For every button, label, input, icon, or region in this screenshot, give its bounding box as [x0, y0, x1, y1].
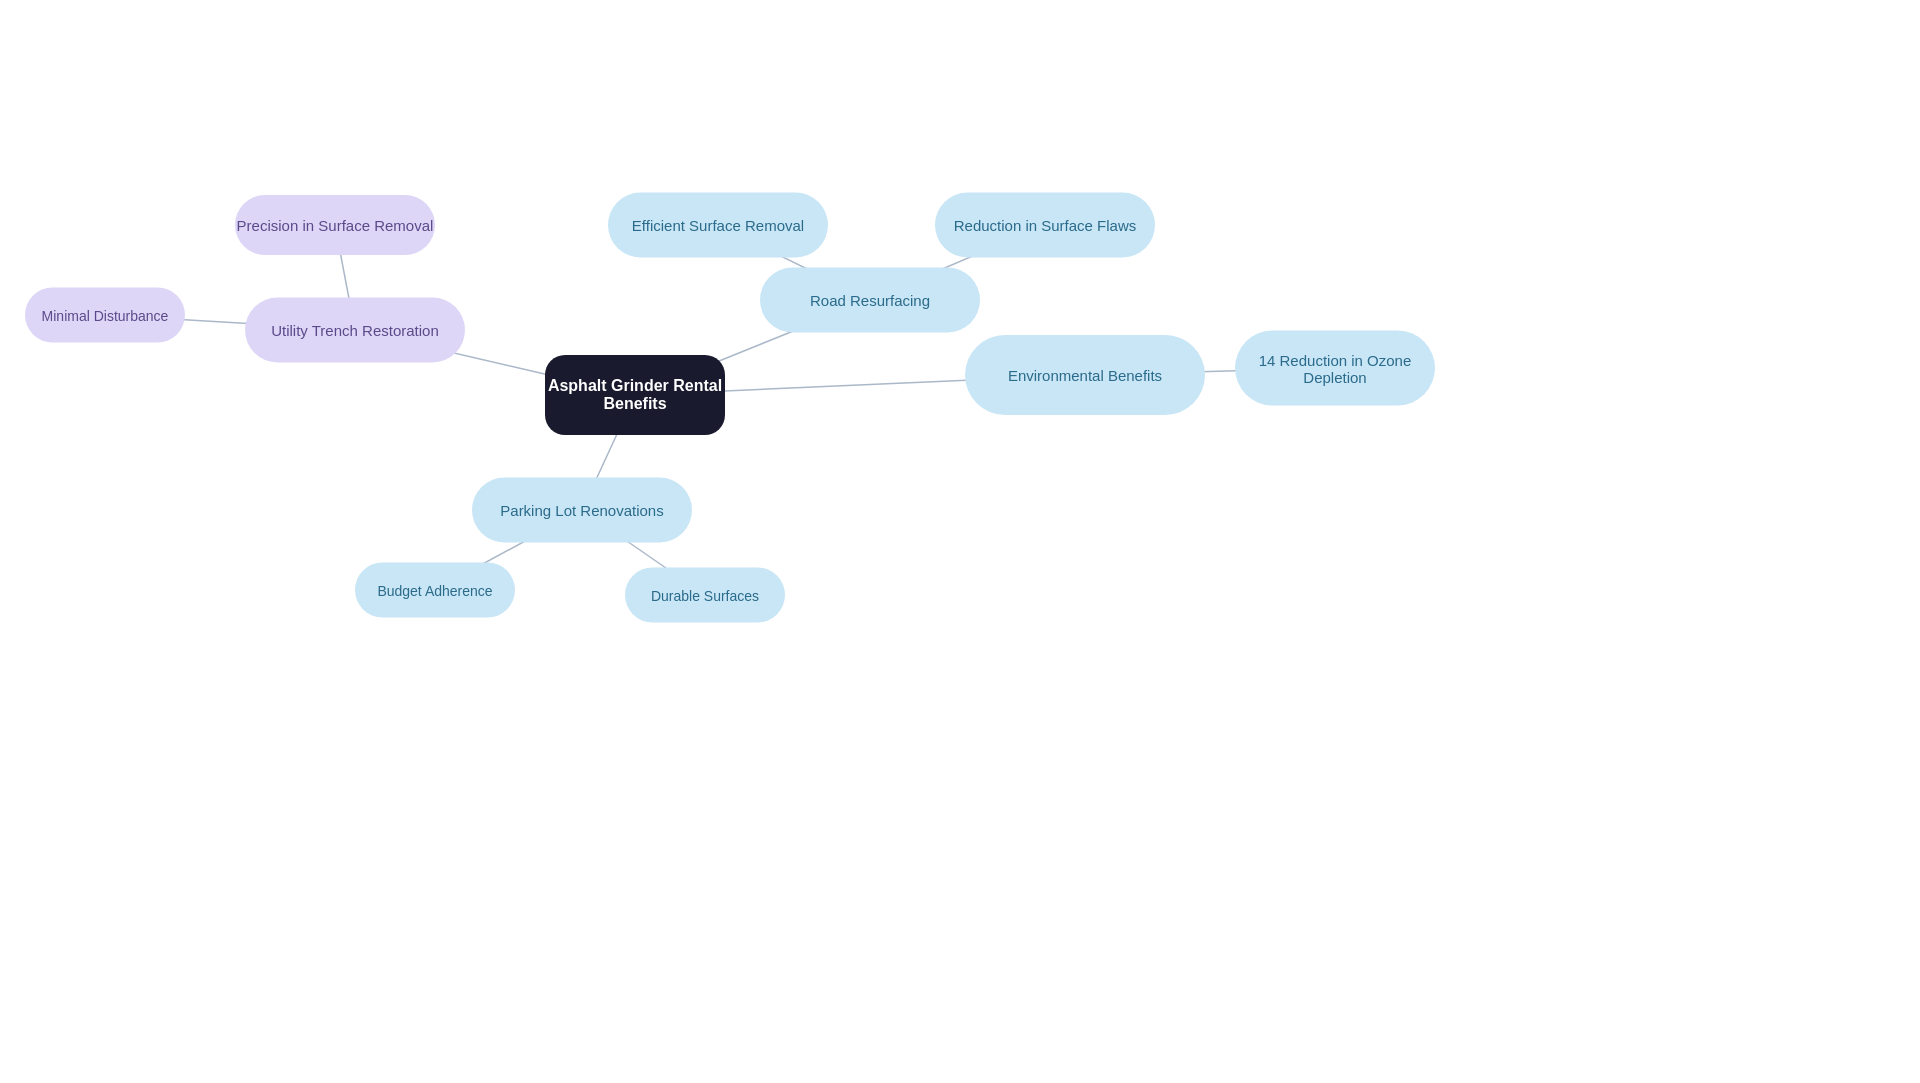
center-node[interactable]: Asphalt Grinder Rental Benefits — [545, 355, 725, 435]
efficient-surface-node[interactable]: Efficient Surface Removal — [608, 193, 828, 258]
precision-node[interactable]: Precision in Surface Removal — [235, 195, 435, 255]
reduction-surface-node[interactable]: Reduction in Surface Flaws — [935, 193, 1155, 258]
minimal-disturbance-node[interactable]: Minimal Disturbance — [25, 288, 185, 343]
durable-node[interactable]: Durable Surfaces — [625, 568, 785, 623]
parking-lot-node[interactable]: Parking Lot Renovations — [472, 478, 692, 543]
road-resurfacing-node[interactable]: Road Resurfacing — [760, 268, 980, 333]
budget-node[interactable]: Budget Adherence — [355, 563, 515, 618]
ozone-node[interactable]: 14 Reduction in Ozone Depletion — [1235, 331, 1435, 406]
environmental-node[interactable]: Environmental Benefits — [965, 335, 1205, 415]
utility-trench-node[interactable]: Utility Trench Restoration — [245, 298, 465, 363]
